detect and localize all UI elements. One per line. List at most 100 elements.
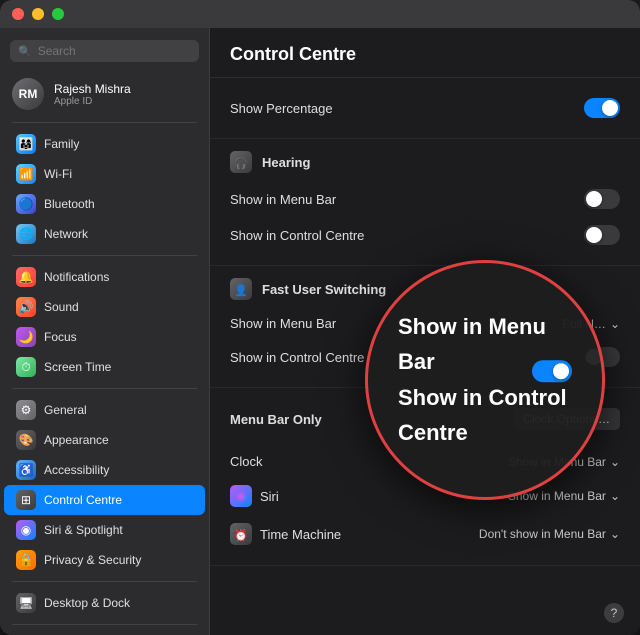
sidebar-item-label-bluetooth: Bluetooth bbox=[44, 197, 95, 211]
divider-after-privacy bbox=[12, 581, 197, 582]
sidebar-item-notifications[interactable]: 🔔 Notifications bbox=[4, 262, 205, 292]
siri-label: Siri bbox=[260, 489, 279, 504]
general-icon: ⚙ bbox=[16, 400, 36, 420]
sidebar-item-network[interactable]: 🌐 Network bbox=[4, 219, 205, 249]
sidebar-item-label-notifications: Notifications bbox=[44, 270, 109, 284]
hearing-section: Hearing Show in Menu Bar Show in Control… bbox=[210, 139, 640, 266]
window-content: 🔍 RM Rajesh Mishra Apple ID 👨‍👩‍👧Family📶… bbox=[0, 28, 640, 635]
hearing-show-cc-label: Show in Control Centre bbox=[230, 228, 364, 243]
sidebar-item-displays[interactable]: 💻Displays bbox=[4, 631, 205, 635]
fast-user-show-menubar-label: Show in Menu Bar bbox=[230, 316, 336, 331]
divider-after-screentime bbox=[12, 388, 197, 389]
fast-user-switching-title: Fast User Switching bbox=[262, 282, 386, 297]
siri-value[interactable]: Show in Menu Bar ⌄ bbox=[508, 489, 620, 503]
sidebar-item-label-wifi: Wi-Fi bbox=[44, 167, 72, 181]
time-machine-row: Time Machine Don't show in Menu Bar ⌄ bbox=[230, 515, 620, 553]
sidebar-item-privacy[interactable]: 🔒 Privacy & Security bbox=[4, 545, 205, 575]
menu-bar-only-header-row: Menu Bar Only Clock Options… bbox=[230, 400, 620, 438]
sidebar-item-label-sound: Sound bbox=[44, 300, 79, 314]
desktop-icon: 🖥 bbox=[16, 593, 36, 613]
fast-user-switching-icon bbox=[230, 278, 252, 300]
time-machine-value[interactable]: Don't show in Menu Bar ⌄ bbox=[479, 527, 620, 541]
main-header: Control Centre bbox=[210, 28, 640, 78]
siri-row: Siri Show in Menu Bar ⌄ bbox=[230, 477, 620, 515]
sidebar-item-label-desktop: Desktop & Dock bbox=[44, 596, 130, 610]
main-content: Control Centre Show Percentage bbox=[210, 28, 640, 635]
sidebar: 🔍 RM Rajesh Mishra Apple ID 👨‍👩‍👧Family📶… bbox=[0, 28, 210, 635]
user-profile[interactable]: RM Rajesh Mishra Apple ID bbox=[0, 72, 209, 116]
notifications-icon: 🔔 bbox=[16, 267, 36, 287]
hearing-show-menubar-row: Show in Menu Bar bbox=[230, 181, 620, 217]
sidebar-item-label-privacy: Privacy & Security bbox=[44, 553, 141, 567]
siri-icon bbox=[230, 485, 252, 507]
clock-value[interactable]: Show in Menu Bar ⌄ bbox=[508, 455, 620, 469]
minimize-button[interactable] bbox=[32, 8, 44, 20]
clock-options-button[interactable]: Clock Options… bbox=[513, 408, 620, 430]
time-machine-label: Time Machine bbox=[260, 527, 341, 542]
sidebar-item-label-network: Network bbox=[44, 227, 88, 241]
siri-icon: ◉ bbox=[16, 520, 36, 540]
focus-icon: 🌙 bbox=[16, 327, 36, 347]
sidebar-item-sound[interactable]: 🔊Sound bbox=[4, 292, 205, 322]
show-percentage-section: Show Percentage bbox=[210, 78, 640, 139]
show-percentage-label: Show Percentage bbox=[230, 101, 333, 116]
hearing-show-cc-toggle[interactable] bbox=[584, 225, 620, 245]
sidebar-item-wifi[interactable]: 📶 Wi-Fi bbox=[4, 159, 205, 189]
fast-user-show-cc-row: Show in Control Centre bbox=[230, 339, 620, 375]
fast-user-show-cc-toggle[interactable] bbox=[584, 347, 620, 367]
fast-user-menubar-value[interactable]: Full N… ⌄ bbox=[563, 317, 620, 331]
toggle-knob bbox=[602, 100, 618, 116]
sidebar-item-label-general: General bbox=[44, 403, 87, 417]
hearing-icon bbox=[230, 151, 252, 173]
settings-window: 🔍 RM Rajesh Mishra Apple ID 👨‍👩‍👧Family📶… bbox=[0, 0, 640, 635]
sidebar-item-screentime[interactable]: ⏱ Screen Time bbox=[4, 352, 205, 382]
search-icon: 🔍 bbox=[18, 45, 32, 58]
close-button[interactable] bbox=[12, 8, 24, 20]
sidebar-item-family[interactable]: 👨‍👩‍👧Family bbox=[4, 129, 205, 159]
sidebar-item-bluetooth[interactable]: 🔵Bluetooth bbox=[4, 189, 205, 219]
main-body: Show Percentage Hearing bbox=[210, 78, 640, 630]
hearing-title: Hearing bbox=[262, 155, 310, 170]
menu-bar-only-section: Menu Bar Only Clock Options… Clock Show … bbox=[210, 388, 640, 566]
sidebar-item-desktop[interactable]: 🖥 Desktop & Dock bbox=[4, 588, 205, 618]
network-icon: 🌐 bbox=[16, 224, 36, 244]
divider-after-desktop bbox=[12, 624, 197, 625]
sidebar-item-appearance[interactable]: 🎨 Appearance bbox=[4, 425, 205, 455]
hearing-show-menubar-label: Show in Menu Bar bbox=[230, 192, 336, 207]
user-info: Rajesh Mishra Apple ID bbox=[54, 82, 131, 107]
user-subtitle: Apple ID bbox=[54, 96, 131, 107]
maximize-button[interactable] bbox=[52, 8, 64, 20]
sidebar-item-general[interactable]: ⚙ General bbox=[4, 395, 205, 425]
fast-user-show-cc-label: Show in Control Centre bbox=[230, 350, 364, 365]
user-name: Rajesh Mishra bbox=[54, 82, 131, 96]
sidebar-item-label-controlcentre: Control Centre bbox=[44, 493, 122, 507]
controlcentre-icon: ⊞ bbox=[16, 490, 36, 510]
wifi-icon: 📶 bbox=[16, 164, 36, 184]
hearing-show-control-centre-row: Show in Control Centre bbox=[230, 217, 620, 253]
appearance-icon: 🎨 bbox=[16, 430, 36, 450]
sidebar-item-accessibility[interactable]: ♿ Accessibility bbox=[4, 455, 205, 485]
titlebar bbox=[0, 0, 640, 28]
sidebar-item-label-screentime: Screen Time bbox=[44, 360, 111, 374]
sidebar-item-focus[interactable]: 🌙Focus bbox=[4, 322, 205, 352]
hearing-header: Hearing bbox=[230, 151, 620, 173]
sidebar-item-label-appearance: Appearance bbox=[44, 433, 109, 447]
clock-row: Clock Show in Menu Bar ⌄ bbox=[230, 446, 620, 477]
sidebar-item-siri[interactable]: ◉Siri & Spotlight bbox=[4, 515, 205, 545]
show-percentage-row: Show Percentage bbox=[230, 90, 620, 126]
search-box[interactable]: 🔍 bbox=[10, 40, 199, 62]
menu-bar-only-title: Menu Bar Only bbox=[230, 412, 322, 427]
divider-1 bbox=[12, 122, 197, 123]
sidebar-item-controlcentre[interactable]: ⊞ Control Centre bbox=[4, 485, 205, 515]
fast-user-switching-header: Fast User Switching bbox=[230, 278, 620, 300]
privacy-icon: 🔒 bbox=[16, 550, 36, 570]
accessibility-icon: ♿ bbox=[16, 460, 36, 480]
sidebar-item-label-accessibility: Accessibility bbox=[44, 463, 109, 477]
hearing-show-menubar-toggle[interactable] bbox=[584, 189, 620, 209]
family-icon: 👨‍👩‍👧 bbox=[16, 134, 36, 154]
avatar: RM bbox=[12, 78, 44, 110]
screentime-icon: ⏱ bbox=[16, 357, 36, 377]
help-button[interactable]: ? bbox=[604, 603, 624, 623]
show-percentage-toggle[interactable] bbox=[584, 98, 620, 118]
search-input[interactable] bbox=[38, 44, 191, 58]
